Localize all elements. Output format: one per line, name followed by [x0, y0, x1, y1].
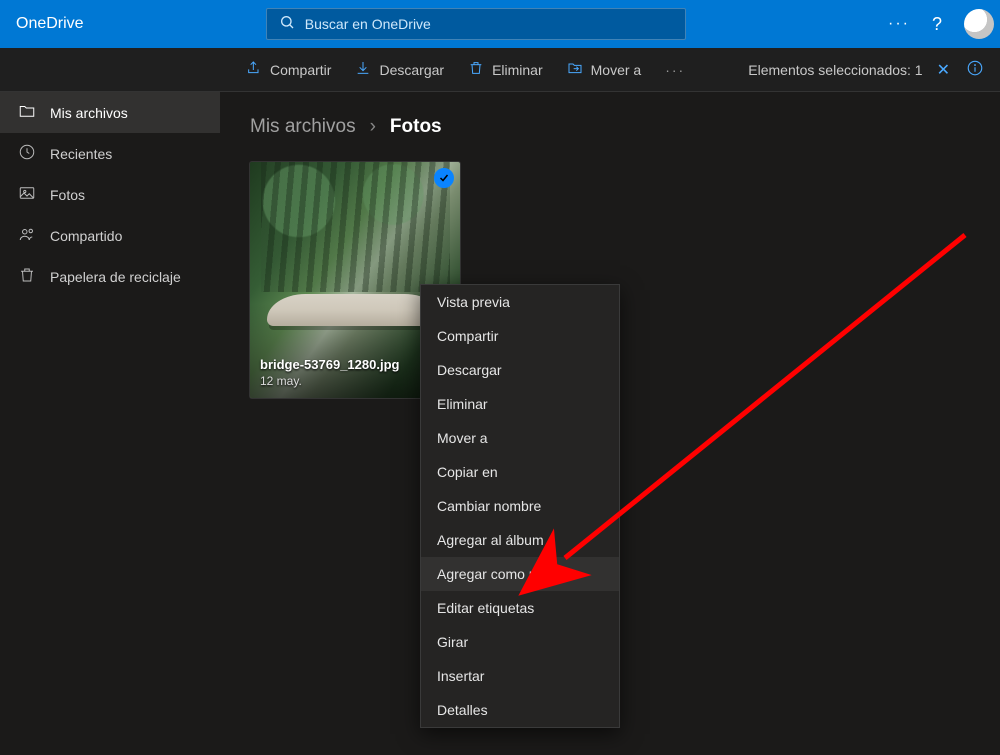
- photo-caption: bridge-53769_1280.jpg 12 may.: [260, 357, 399, 388]
- trash-icon: [468, 60, 484, 79]
- download-label: Descargar: [379, 62, 444, 78]
- sidebar-item-photos[interactable]: Fotos: [0, 174, 220, 215]
- context-menu-item[interactable]: Detalles: [421, 693, 619, 727]
- chevron-right-icon: ›: [370, 116, 376, 138]
- context-menu-item[interactable]: Insertar: [421, 659, 619, 693]
- share-label: Compartir: [270, 62, 331, 78]
- download-button[interactable]: Descargar: [355, 60, 444, 79]
- photo-filename: bridge-53769_1280.jpg: [260, 357, 399, 372]
- context-menu-item[interactable]: Descargar: [421, 353, 619, 387]
- move-to-label: Mover a: [591, 62, 642, 78]
- app-brand[interactable]: OneDrive: [16, 15, 84, 33]
- details-pane-toggle[interactable]: [966, 59, 984, 80]
- context-menu-item[interactable]: Compartir: [421, 319, 619, 353]
- people-icon: [18, 225, 36, 246]
- share-icon: [246, 60, 262, 79]
- folder-move-icon: [567, 60, 583, 79]
- download-icon: [355, 60, 371, 79]
- info-icon: [966, 64, 984, 80]
- context-menu-item[interactable]: Cambiar nombre: [421, 489, 619, 523]
- sidebar-item-label: Mis archivos: [50, 105, 128, 121]
- delete-button[interactable]: Eliminar: [468, 60, 543, 79]
- sidebar-item-label: Fotos: [50, 187, 85, 203]
- sidebar-item-recent[interactable]: Recientes: [0, 133, 220, 174]
- search-icon: [279, 14, 295, 35]
- selection-count: Elementos seleccionados: 1: [748, 62, 922, 78]
- trash-icon: [18, 266, 36, 287]
- help-icon[interactable]: ?: [932, 14, 942, 35]
- context-menu-item[interactable]: Copiar en: [421, 455, 619, 489]
- sidebar-item-label: Papelera de reciclaje: [50, 269, 181, 285]
- clear-selection-button[interactable]: ✕: [937, 60, 950, 80]
- sidebar-item-label: Recientes: [50, 146, 112, 162]
- sidebar: Mis archivos Recientes Fotos Compartido …: [0, 92, 220, 755]
- context-menu-item[interactable]: Editar etiquetas: [421, 591, 619, 625]
- header-more-icon[interactable]: ···: [888, 15, 910, 33]
- header-bar: OneDrive ··· ?: [0, 0, 1000, 48]
- sidebar-item-my-files[interactable]: Mis archivos: [0, 92, 220, 133]
- avatar[interactable]: [964, 9, 994, 39]
- clock-icon: [18, 143, 36, 164]
- context-menu-item[interactable]: Mover a: [421, 421, 619, 455]
- breadcrumb-parent[interactable]: Mis archivos: [250, 116, 356, 138]
- folder-icon: [18, 102, 36, 123]
- command-more-icon[interactable]: ···: [665, 62, 685, 78]
- context-menu-item[interactable]: Girar: [421, 625, 619, 659]
- context-menu-item[interactable]: Vista previa: [421, 285, 619, 319]
- context-menu: Vista previaCompartirDescargarEliminarMo…: [420, 284, 620, 728]
- image-icon: [18, 184, 36, 205]
- command-bar: Compartir Descargar Eliminar Mover a ···…: [0, 48, 1000, 92]
- breadcrumb-current: Fotos: [390, 116, 442, 138]
- sidebar-item-shared[interactable]: Compartido: [0, 215, 220, 256]
- breadcrumb: Mis archivos › Fotos: [250, 116, 970, 138]
- search-box[interactable]: [266, 8, 686, 40]
- selection-check-icon[interactable]: [434, 168, 454, 188]
- search-input[interactable]: [305, 16, 673, 32]
- context-menu-item[interactable]: Eliminar: [421, 387, 619, 421]
- context-menu-item[interactable]: Agregar como portada: [421, 557, 619, 591]
- move-to-button[interactable]: Mover a: [567, 60, 642, 79]
- delete-label: Eliminar: [492, 62, 543, 78]
- sidebar-item-label: Compartido: [50, 228, 122, 244]
- photo-date: 12 may.: [260, 374, 399, 388]
- context-menu-item[interactable]: Agregar al álbum: [421, 523, 619, 557]
- sidebar-item-recycle-bin[interactable]: Papelera de reciclaje: [0, 256, 220, 297]
- share-button[interactable]: Compartir: [246, 60, 331, 79]
